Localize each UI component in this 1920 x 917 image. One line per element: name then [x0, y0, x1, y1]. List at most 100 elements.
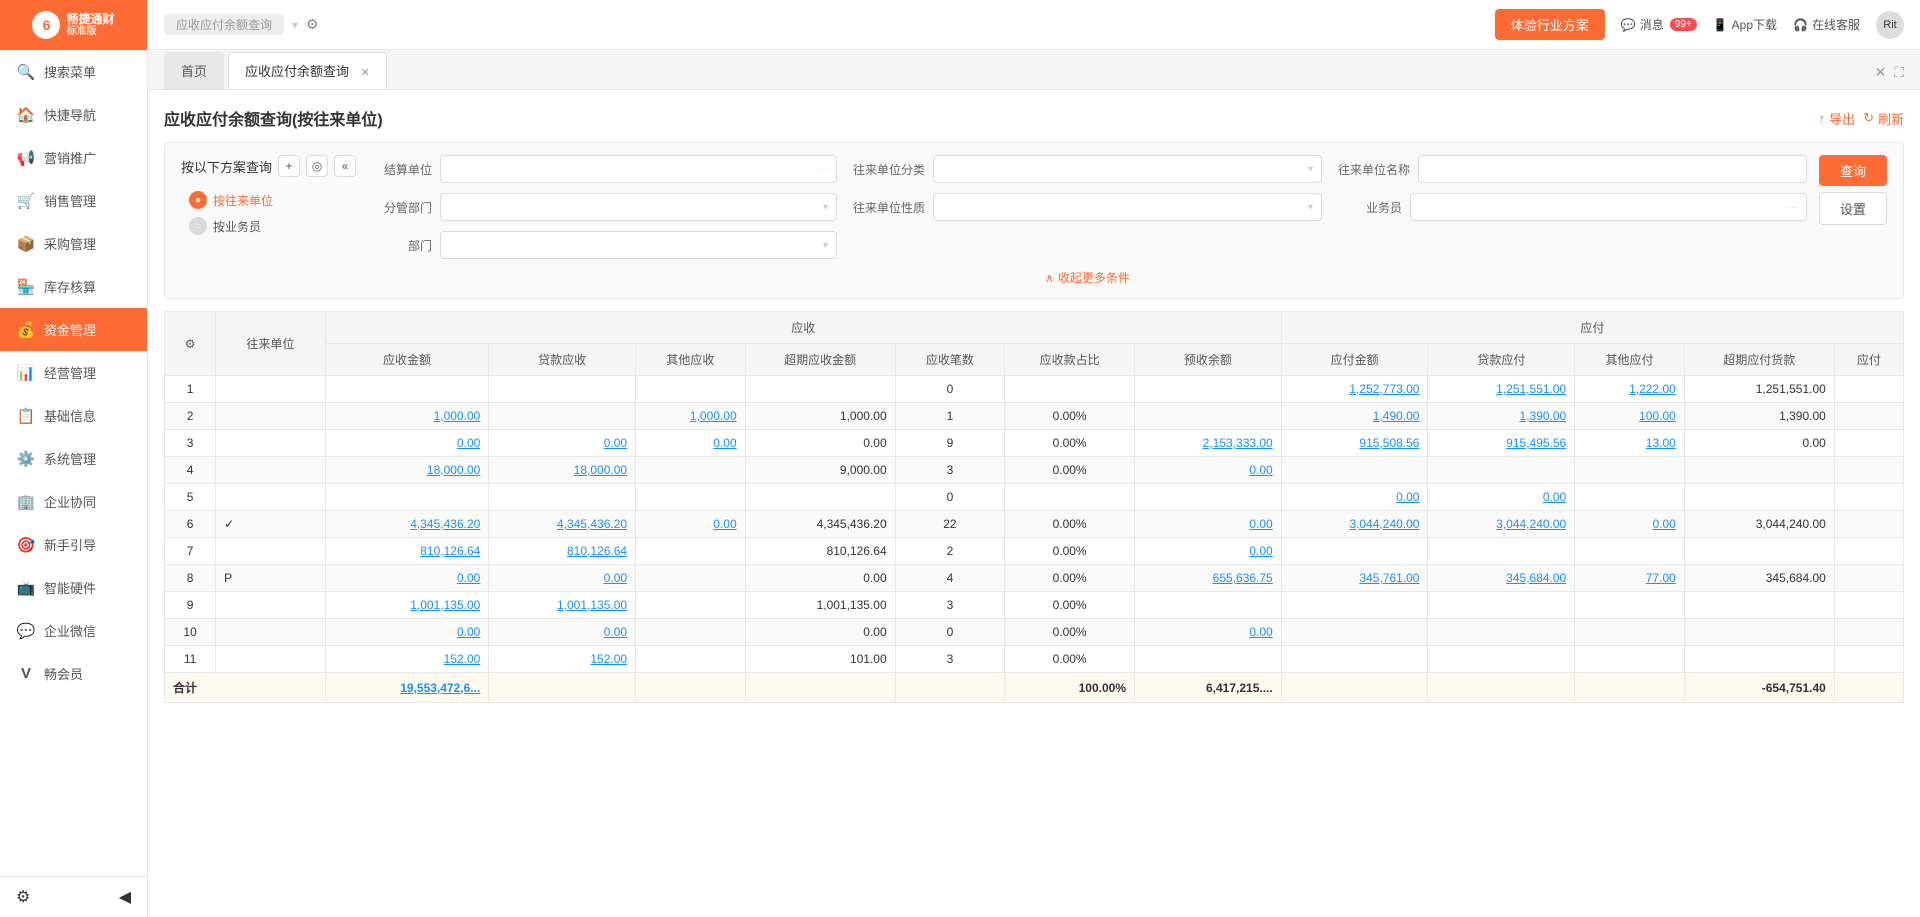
- table-cell[interactable]: [1281, 619, 1428, 646]
- settings-gear-icon[interactable]: ⚙: [185, 337, 196, 351]
- promo-button[interactable]: 体验行业方案: [1495, 9, 1605, 40]
- table-cell[interactable]: 4,345,436.20: [489, 511, 636, 538]
- filter-tab-partner[interactable]: ● 按往来单位: [181, 187, 356, 213]
- table-cell[interactable]: [1428, 592, 1575, 619]
- collapse-button[interactable]: ∧ 收起更多条件: [1045, 269, 1130, 286]
- table-cell[interactable]: 77.00: [1575, 565, 1685, 592]
- collapse-sidebar-icon[interactable]: ◀: [119, 887, 131, 907]
- table-cell[interactable]: 0.00: [1134, 457, 1281, 484]
- table-cell[interactable]: [1134, 592, 1281, 619]
- field-laiwai-type-input[interactable]: ▾: [933, 155, 1322, 183]
- th-settings[interactable]: ⚙: [165, 312, 216, 376]
- sidebar-item-quick[interactable]: 🏠 快捷导航: [0, 93, 147, 136]
- table-cell[interactable]: [1575, 592, 1685, 619]
- collapse-query-icon[interactable]: «: [334, 155, 356, 177]
- table-cell[interactable]: [1134, 376, 1281, 403]
- table-cell[interactable]: 100.00: [1575, 403, 1685, 430]
- table-cell[interactable]: 3,044,240.00: [1281, 511, 1428, 538]
- table-cell[interactable]: [636, 538, 746, 565]
- table-cell[interactable]: 0.00: [1575, 511, 1685, 538]
- table-cell[interactable]: [1575, 484, 1685, 511]
- table-cell[interactable]: 0.00: [636, 430, 746, 457]
- refresh-button[interactable]: ↻ 刷新: [1863, 109, 1904, 128]
- table-cell[interactable]: 0.00: [1134, 538, 1281, 565]
- table-cell[interactable]: 0.00: [1134, 619, 1281, 646]
- tab-close-icon[interactable]: ✕: [361, 67, 370, 79]
- field-dept-input[interactable]: ▾: [440, 231, 837, 259]
- field-laiwai-name-input[interactable]: [1418, 155, 1807, 183]
- table-cell[interactable]: [636, 376, 746, 403]
- table-cell[interactable]: 810,126.64: [325, 538, 489, 565]
- table-cell[interactable]: 915,508.56: [1281, 430, 1428, 457]
- table-cell[interactable]: 915,495.56: [1428, 430, 1575, 457]
- table-cell[interactable]: 1,001,135.00: [325, 592, 489, 619]
- sidebar-item-finance[interactable]: 💰 资金管理: [0, 308, 147, 351]
- table-cell[interactable]: 152.00: [325, 646, 489, 673]
- table-cell[interactable]: [636, 484, 746, 511]
- table-cell[interactable]: 4,345,436.20: [325, 511, 489, 538]
- table-cell[interactable]: [1281, 457, 1428, 484]
- sidebar-item-system[interactable]: ⚙️ 系统管理: [0, 437, 147, 480]
- query-button[interactable]: 查询: [1819, 155, 1887, 186]
- sidebar-item-operation[interactable]: 📊 经营管理: [0, 351, 147, 394]
- table-cell[interactable]: [636, 646, 746, 673]
- table-cell[interactable]: [636, 592, 746, 619]
- sidebar-item-purchase[interactable]: 📦 采购管理: [0, 222, 147, 265]
- sidebar-item-sales[interactable]: 🛒 销售管理: [0, 179, 147, 222]
- sidebar-item-hardware[interactable]: 📺 智能硬件: [0, 566, 147, 609]
- table-cell[interactable]: 0.00: [489, 619, 636, 646]
- table-cell[interactable]: [489, 484, 636, 511]
- settings-icon[interactable]: ⚙: [16, 887, 30, 907]
- tab-ar-ap[interactable]: 应收应付余额查询 ✕: [228, 52, 387, 89]
- table-cell[interactable]: [1575, 646, 1685, 673]
- sidebar-item-marketing[interactable]: 📢 营销推广: [0, 136, 147, 179]
- app-download-btn[interactable]: 📱 App下载: [1713, 16, 1777, 33]
- table-cell[interactable]: [489, 403, 636, 430]
- tab-home[interactable]: 首页: [164, 52, 224, 89]
- table-cell[interactable]: 0.00: [1428, 484, 1575, 511]
- table-cell[interactable]: 0.00: [325, 430, 489, 457]
- table-cell[interactable]: [636, 457, 746, 484]
- table-cell[interactable]: 0.00: [489, 565, 636, 592]
- table-cell[interactable]: [1134, 646, 1281, 673]
- table-cell[interactable]: 1,001,135.00: [489, 592, 636, 619]
- sidebar-item-search[interactable]: 🔍 搜索菜单: [0, 50, 147, 93]
- table-cell[interactable]: [489, 376, 636, 403]
- table-cell[interactable]: [1281, 592, 1428, 619]
- table-cell[interactable]: 1,000.00: [636, 403, 746, 430]
- table-cell[interactable]: [1281, 538, 1428, 565]
- table-cell[interactable]: [1575, 619, 1685, 646]
- table-cell[interactable]: 0.00: [1281, 484, 1428, 511]
- table-cell[interactable]: 345,761.00: [1281, 565, 1428, 592]
- table-cell[interactable]: [1575, 538, 1685, 565]
- table-cell[interactable]: 1,000.00: [325, 403, 489, 430]
- table-cell[interactable]: 1,251,551.00: [1428, 376, 1575, 403]
- sidebar-item-inventory[interactable]: 🏪 库存核算: [0, 265, 147, 308]
- sidebar-item-wechat[interactable]: 💬 企业微信: [0, 609, 147, 652]
- table-cell[interactable]: 0.00: [325, 619, 489, 646]
- table-cell[interactable]: 152.00: [489, 646, 636, 673]
- table-cell[interactable]: 1,252,773.00: [1281, 376, 1428, 403]
- field-jiesuan-input[interactable]: ···: [440, 155, 837, 183]
- sidebar-item-basic[interactable]: 📋 基础信息: [0, 394, 147, 437]
- header-gear-icon[interactable]: ⚙: [306, 16, 319, 33]
- tab-close-window-icon[interactable]: ✕: [1874, 64, 1886, 81]
- sidebar-item-guide[interactable]: 🎯 新手引导: [0, 523, 147, 566]
- table-cell[interactable]: 0.00: [325, 565, 489, 592]
- field-business-input[interactable]: ···: [1410, 193, 1807, 221]
- filter-tab-staff[interactable]: ○ 按业务员: [181, 213, 356, 239]
- table-cell[interactable]: 2,153,333.00: [1134, 430, 1281, 457]
- table-cell[interactable]: 810,126.64: [489, 538, 636, 565]
- table-cell[interactable]: [1134, 403, 1281, 430]
- table-cell[interactable]: 1,390.00: [1428, 403, 1575, 430]
- table-cell[interactable]: 0.00: [1134, 511, 1281, 538]
- setting-button[interactable]: 设置: [1819, 192, 1887, 225]
- tab-maximize-icon[interactable]: ⛶: [1894, 64, 1904, 81]
- table-cell[interactable]: [325, 484, 489, 511]
- table-cell[interactable]: [1575, 457, 1685, 484]
- table-cell[interactable]: 0.00: [489, 430, 636, 457]
- table-cell[interactable]: [636, 619, 746, 646]
- user-avatar[interactable]: Rit: [1876, 11, 1904, 39]
- table-cell[interactable]: [1428, 646, 1575, 673]
- table-cell[interactable]: [1134, 484, 1281, 511]
